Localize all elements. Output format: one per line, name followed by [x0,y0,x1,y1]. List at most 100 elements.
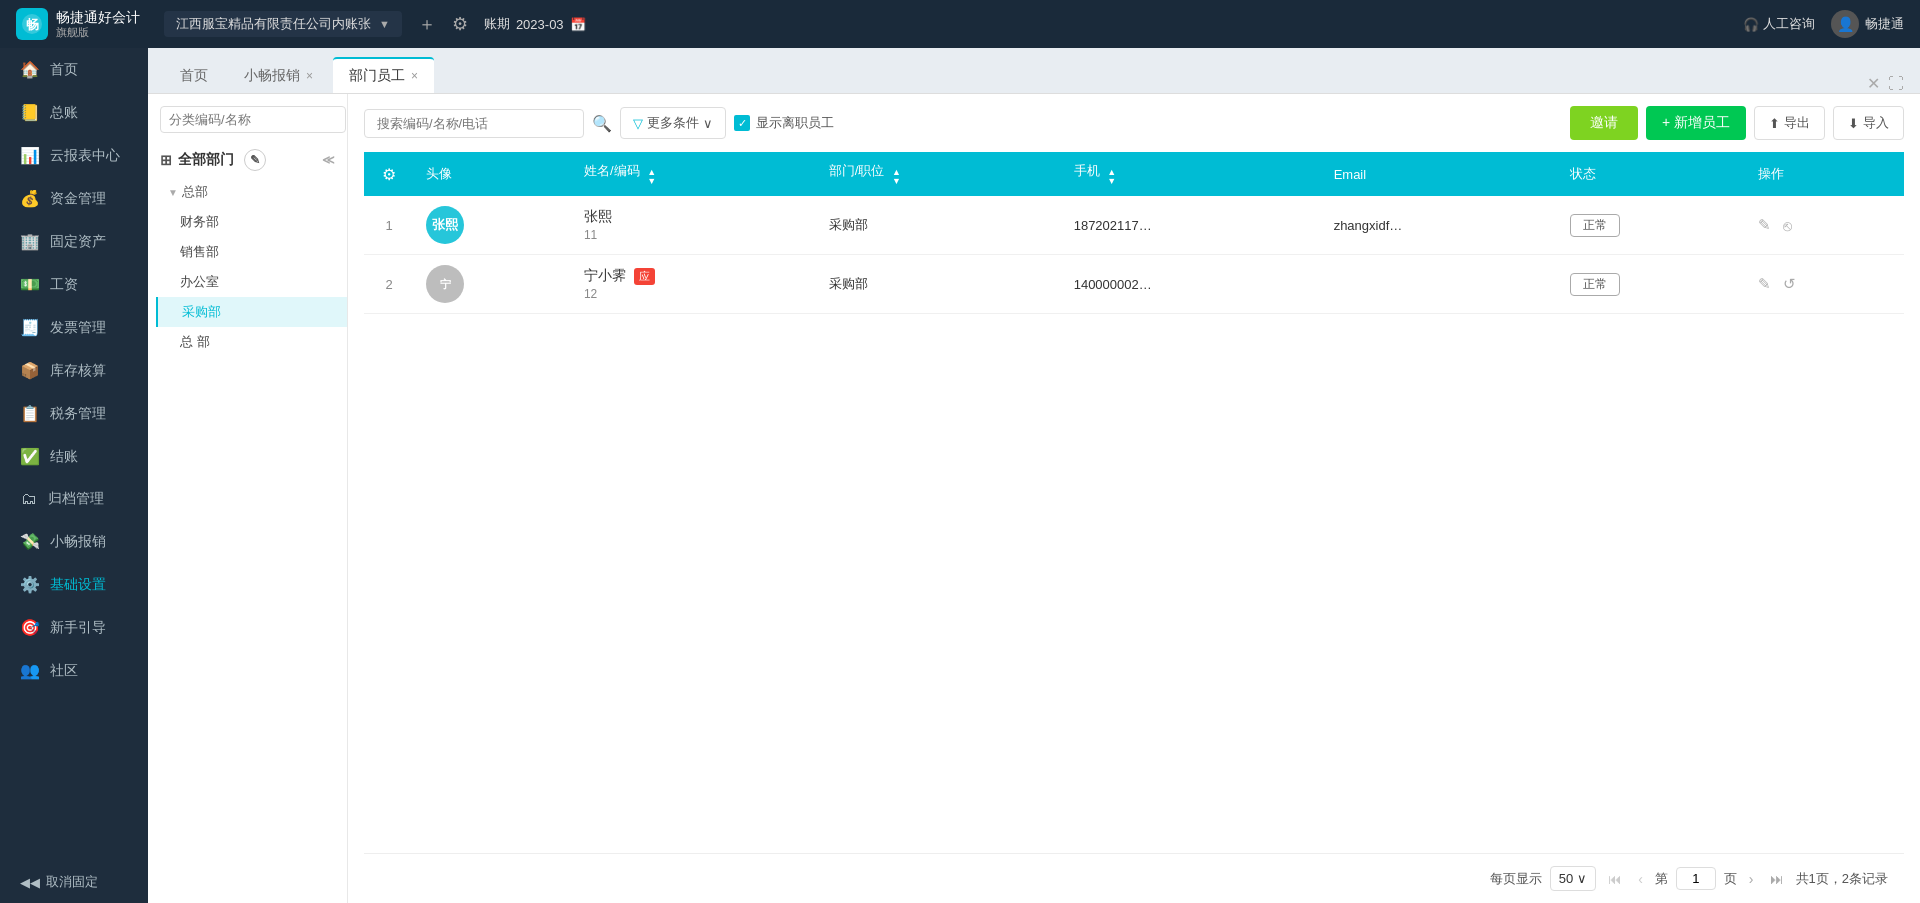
name-sort-icons: ▲▼ [647,168,656,186]
tab-department[interactable]: 部门员工 × [333,57,434,93]
sidebar-item-community[interactable]: 👥 社区 [0,649,148,692]
header-right: 🎧 人工咨询 👤 畅捷通 [1743,10,1904,38]
sidebar-item-assets[interactable]: 🏢 固定资产 [0,220,148,263]
row1-actions: ✎ ⎋ [1746,196,1904,255]
sidebar-item-archive[interactable]: 🗂 归档管理 [0,478,148,520]
header-actions: ＋ ⚙ [402,12,484,36]
import-button[interactable]: ⬇ 导入 [1833,106,1904,140]
row1-avatar-cell: 张熙 [414,196,572,255]
export-icon: ⬆ [1769,116,1780,131]
user-avatar: 👤 [1831,10,1859,38]
company-dropdown-icon: ▼ [379,18,390,30]
tab-department-close-icon[interactable]: × [411,69,418,83]
tab-expense[interactable]: 小畅报销 × [228,59,329,93]
grid-icon: ⊞ [160,152,172,168]
dept-collapse-icon[interactable]: ≪ [322,153,335,167]
tab-home[interactable]: 首页 [164,59,224,93]
dept-item-caigou[interactable]: 采购部 [156,297,347,327]
settings-icon[interactable]: ⚙ [452,13,468,35]
emp-search-button[interactable]: 🔍 [592,114,612,133]
sidebar-item-ledger[interactable]: 📒 总账 [0,91,148,134]
filter-icon: ▽ [633,116,643,131]
dept-tree: ▼ 总部 财务部 销售部 办公室 采购部 总 部 [148,177,347,357]
col-phone[interactable]: 手机 ▲▼ [1062,152,1322,196]
row2-dept: 采购部 [817,255,1062,314]
page-next-button[interactable]: › [1745,869,1758,889]
col-dept[interactable]: 部门/职位 ▲▼ [817,152,1062,196]
row2-edit-icon[interactable]: ✎ [1758,275,1771,293]
tab-bar: 首页 小畅报销 × 部门员工 × ✕ ⛶ [148,48,1920,94]
add-employee-button[interactable]: + 新增员工 [1646,106,1746,140]
row1-status: 正常 [1558,196,1746,255]
sidebar-item-home[interactable]: 🏠 首页 [0,48,148,91]
dept-item-caiwu[interactable]: 财务部 [156,207,347,237]
row2-action-icons: ✎ ↺ [1758,275,1892,293]
window-close-icon[interactable]: ✕ [1867,74,1880,93]
row1-index: 1 [364,196,414,255]
per-page-select[interactable]: 50 ∨ [1550,866,1596,891]
col-actions: 操作 [1746,152,1904,196]
row1-avatar: 张熙 [426,206,464,244]
page-input[interactable] [1676,867,1716,890]
dept-edit-icon[interactable]: ✎ [244,149,266,171]
cancel-pin-button[interactable]: ◀◀ 取消固定 [0,861,148,903]
sidebar-item-expense[interactable]: 💸 小畅报销 [0,520,148,563]
emp-search-input[interactable] [364,109,584,138]
filter-button[interactable]: ▽ 更多条件 ∨ [620,107,726,139]
row1-name-cell: 张熙 11 [572,196,817,255]
row2-refresh-icon[interactable]: ↺ [1783,275,1796,293]
sidebar-item-inventory[interactable]: 📦 库存核算 [0,349,148,392]
calendar-icon[interactable]: 📅 [570,17,586,32]
sidebar-item-report[interactable]: 📊 云报表中心 [0,134,148,177]
show-resigned-checkbox[interactable] [734,115,750,131]
sidebar-item-checkout[interactable]: ✅ 结账 [0,435,148,478]
archive-icon: 🗂 [20,490,38,508]
tab-expense-close-icon[interactable]: × [306,69,313,83]
col-avatar: 头像 [414,152,572,196]
col-name[interactable]: 姓名/编码 ▲▼ [572,152,817,196]
dept-item-zongbu[interactable]: 总 部 [156,327,347,357]
row1-dept: 采购部 [817,196,1062,255]
page-total-label: 共1页，2条记录 [1796,870,1888,888]
all-dept-button[interactable]: ⊞ 全部部门 ✎ ≪ [148,143,347,177]
page-prev-button[interactable]: ‹ [1634,869,1647,889]
row2-avatar: 宁 [426,265,464,303]
per-page-label: 每页显示 [1490,870,1542,888]
salary-icon: 💵 [20,275,40,294]
page-first-button[interactable]: ⏮ [1604,869,1626,889]
company-selector[interactable]: 江西服宝精品有限责任公司内账张 ▼ [164,11,402,37]
add-button[interactable]: ＋ [418,12,436,36]
dept-item-xiaoshou[interactable]: 销售部 [156,237,347,267]
invite-button[interactable]: 邀请 [1570,106,1638,140]
sidebar-item-settings[interactable]: ⚙️ 基础设置 [0,563,148,606]
table-row: 1 张熙 张熙 11 采购部 187202117… zhan [364,196,1904,255]
col-settings[interactable]: ⚙ [364,152,414,196]
expense-icon: 💸 [20,532,40,551]
row2-status: 正常 [1558,255,1746,314]
sidebar-item-salary[interactable]: 💵 工资 [0,263,148,306]
window-expand-icon[interactable]: ⛶ [1888,75,1904,93]
page-last-button[interactable]: ⏭ [1766,869,1788,889]
page-content: 🔍 ⊞ 全部部门 ✎ ≪ ▼ 总部 财务部 销售部 [148,94,1920,903]
sidebar-item-invoice[interactable]: 🧾 发票管理 [0,306,148,349]
guide-icon: 🎯 [20,618,40,637]
logo-area: 畅 畅捷通好会计 旗舰版 [16,8,164,40]
sidebar-item-tax[interactable]: 📋 税务管理 [0,392,148,435]
sidebar: 🏠 首页 📒 总账 📊 云报表中心 💰 资金管理 🏢 固定资产 💵 工资 🧾 发… [0,48,148,903]
row1-edit-icon[interactable]: ✎ [1758,216,1771,234]
dept-search-input[interactable] [160,106,346,133]
home-icon: 🏠 [20,60,40,79]
user-area[interactable]: 👤 畅捷通 [1831,10,1904,38]
row1-logout-icon[interactable]: ⎋ [1783,217,1792,234]
sidebar-item-capital[interactable]: 💰 资金管理 [0,177,148,220]
support-button[interactable]: 🎧 人工咨询 [1743,15,1815,33]
export-button[interactable]: ⬆ 导出 [1754,106,1825,140]
sidebar-item-guide[interactable]: 🎯 新手引导 [0,606,148,649]
show-resigned-toggle[interactable]: 显示离职员工 [734,114,834,132]
row1-action-icons: ✎ ⎋ [1758,216,1892,234]
dept-item-bangong[interactable]: 办公室 [156,267,347,297]
community-icon: 👥 [20,661,40,680]
tag-badge: 应 [634,268,655,285]
assets-icon: 🏢 [20,232,40,251]
right-buttons: 邀请 + 新增员工 ⬆ 导出 ⬇ 导入 [1570,106,1904,140]
